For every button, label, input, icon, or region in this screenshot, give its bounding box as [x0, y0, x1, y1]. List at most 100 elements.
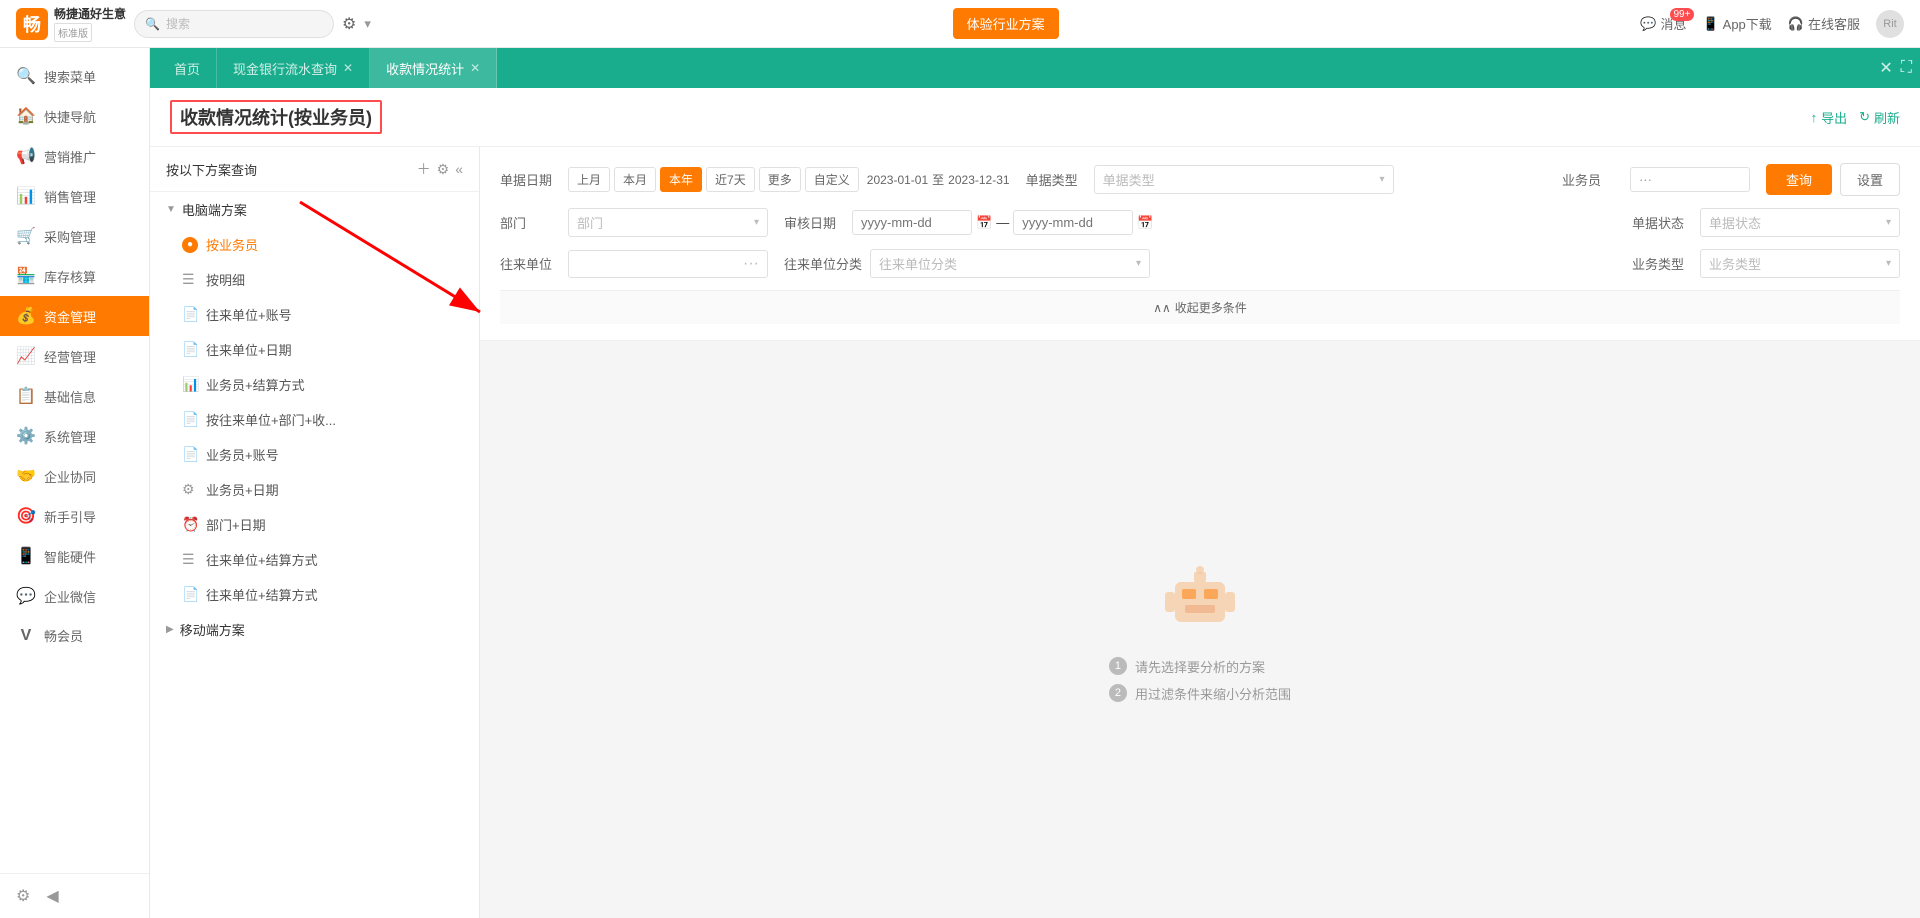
- tab-bank-flow[interactable]: 现金银行流水查询 ✕: [217, 48, 370, 88]
- sidebar-item-guide[interactable]: 🎯 新手引导: [0, 496, 149, 536]
- settings-bottom-icon[interactable]: ⚙: [16, 886, 30, 906]
- page-header: 收款情况统计(按业务员) ↑ 导出 ↻ 刷新: [150, 88, 1920, 147]
- header-center: 体验行业方案: [371, 8, 1640, 39]
- scheme-item-by-detail[interactable]: ☰ 按明细: [150, 262, 479, 297]
- sidebar-item-finance[interactable]: 💰 资金管理: [0, 296, 149, 336]
- scheme-collapse-btn[interactable]: «: [455, 161, 463, 177]
- scheme-item-salesperson-date[interactable]: ⚙ 业务员+日期: [150, 472, 479, 507]
- tab-receipt-stats-close[interactable]: ✕: [470, 61, 480, 75]
- counterparty-input-area[interactable]: ···: [568, 250, 768, 278]
- scheme-item-unit-date[interactable]: 📄 往来单位+日期: [150, 332, 479, 367]
- search-icon: 🔍: [145, 17, 160, 31]
- scheme-group-mobile-header[interactable]: ▶ 移动端方案: [150, 612, 479, 647]
- category-placeholder: 往来单位分类: [879, 254, 957, 273]
- tab-home[interactable]: 首页: [158, 48, 217, 88]
- scheme-add-btn[interactable]: ＋: [417, 159, 431, 179]
- tab-maximize-icon[interactable]: ⛶: [1901, 59, 1912, 77]
- review-date-from-input[interactable]: [852, 210, 972, 235]
- guide-icon: 🎯: [16, 506, 36, 526]
- header-settings-icon[interactable]: ⚙: [342, 14, 356, 34]
- business-type-placeholder: 业务类型: [1709, 254, 1761, 273]
- category-select[interactable]: 往来单位分类 ▾: [870, 249, 1150, 278]
- app-download-btn[interactable]: 📱 App下载: [1702, 14, 1771, 33]
- user-avatar[interactable]: Rit: [1876, 10, 1904, 38]
- scheme-item-salesperson-settlement[interactable]: 📊 业务员+结算方式: [150, 367, 479, 402]
- counterparty-dots[interactable]: ···: [743, 255, 759, 273]
- sales-icon: 📊: [16, 186, 36, 206]
- refresh-button[interactable]: ↻ 刷新: [1859, 108, 1900, 127]
- scheme-item-salesperson-account[interactable]: 📄 业务员+账号: [150, 437, 479, 472]
- date-from: 2023-01-01: [867, 173, 928, 187]
- sidebar-item-smart-hw[interactable]: 📱 智能硬件: [0, 536, 149, 576]
- sidebar-item-wechat[interactable]: 💬 企业微信: [0, 576, 149, 616]
- scheme-item-unit-settlement2[interactable]: 📄 往来单位+结算方式: [150, 577, 479, 612]
- doc-status-select[interactable]: 单据状态 ▾: [1700, 208, 1900, 237]
- sidebar-item-sales[interactable]: 📊 销售管理: [0, 176, 149, 216]
- tab-receipt-stats[interactable]: 收款情况统计 ✕: [370, 48, 497, 88]
- scheme-group-pc-header[interactable]: ▼ 电脑端方案: [150, 192, 479, 227]
- filter-form: 单据日期 上月 本月 本年 近7天 更多 自定义: [480, 147, 1920, 341]
- sidebar-item-enterprise[interactable]: 🤝 企业协同: [0, 456, 149, 496]
- export-button[interactable]: ↑ 导出: [1811, 108, 1848, 127]
- doc-type-select[interactable]: 单据类型 ▾: [1094, 165, 1394, 194]
- salesperson-active-icon: ●: [182, 237, 198, 253]
- wechat-icon: 💬: [16, 586, 36, 606]
- date-btn-last-month[interactable]: 上月: [568, 167, 610, 192]
- sidebar-item-operations[interactable]: 📈 经营管理: [0, 336, 149, 376]
- sidebar-item-quick-nav[interactable]: 🏠 快捷导航: [0, 96, 149, 136]
- business-type-select[interactable]: 业务类型 ▾: [1700, 249, 1900, 278]
- tab-receipt-stats-label: 收款情况统计: [386, 59, 464, 78]
- scheme-item-unit-account[interactable]: 📄 往来单位+账号: [150, 297, 479, 332]
- sidebar-label-guide: 新手引导: [44, 507, 96, 526]
- marketing-icon: 📢: [16, 146, 36, 166]
- collapse-bar[interactable]: ∧∧ 收起更多条件: [500, 290, 1900, 324]
- tab-close-all-icon[interactable]: ✕: [1879, 58, 1892, 78]
- review-date-to-input[interactable]: [1013, 210, 1133, 235]
- unit-dept-icon: 📄: [182, 411, 198, 428]
- dept-select[interactable]: 部门 ▾: [568, 208, 768, 237]
- trial-button[interactable]: 体验行业方案: [953, 8, 1059, 39]
- tab-bank-flow-close[interactable]: ✕: [343, 61, 353, 75]
- operations-icon: 📈: [16, 346, 36, 366]
- sidebar-item-purchase[interactable]: 🛒 采购管理: [0, 216, 149, 256]
- scheme-item-unit-settlement1-label: 往来单位+结算方式: [206, 550, 318, 569]
- user-name: Rit: [1883, 18, 1896, 30]
- scheme-item-unit-settlement1[interactable]: ☰ 往来单位+结算方式: [150, 542, 479, 577]
- sidebar-item-search-menu[interactable]: 🔍 搜索菜单: [0, 56, 149, 96]
- sidebar-item-marketing[interactable]: 📢 营销推广: [0, 136, 149, 176]
- purchase-icon: 🛒: [16, 226, 36, 246]
- filter-business-type-item: 业务类型 业务类型 ▾: [1632, 249, 1900, 278]
- settings-button[interactable]: 设置: [1840, 163, 1900, 196]
- scheme-item-unit-dept-receipt[interactable]: 📄 按往来单位+部门+收...: [150, 402, 479, 437]
- scheme-item-dept-date[interactable]: ⏰ 部门+日期: [150, 507, 479, 542]
- sidebar-item-basic-info[interactable]: 📋 基础信息: [0, 376, 149, 416]
- date-btn-this-month[interactable]: 本月: [614, 167, 656, 192]
- online-service-btn[interactable]: 🎧 在线客服: [1788, 14, 1860, 33]
- sidebar-item-system[interactable]: ⚙️ 系统管理: [0, 416, 149, 456]
- logo-area: 畅 畅捷通好生意 标准版: [16, 5, 126, 42]
- date-btn-7days[interactable]: 近7天: [706, 167, 755, 192]
- collapse-bottom-icon[interactable]: ◀: [46, 886, 58, 906]
- salesperson-input[interactable]: ···: [1630, 167, 1750, 192]
- step-2-text: 用过滤条件来缩小分析范围: [1135, 684, 1291, 703]
- calendar-to-icon[interactable]: 📅: [1137, 215, 1153, 231]
- query-button[interactable]: 查询: [1766, 164, 1832, 195]
- sidebar-label-quick-nav: 快捷导航: [44, 107, 96, 126]
- pc-group-label: 电脑端方案: [182, 200, 247, 219]
- finance-icon: 💰: [16, 306, 36, 326]
- date-btn-this-year[interactable]: 本年: [660, 167, 702, 192]
- calendar-from-icon[interactable]: 📅: [976, 215, 992, 231]
- top-header: 畅 畅捷通好生意 标准版 🔍 搜索 ⚙ ▾ 体验行业方案 💬 消息 99+ 📱 …: [0, 0, 1920, 48]
- header-search[interactable]: 🔍 搜索: [134, 10, 334, 38]
- inventory-icon: 🏪: [16, 266, 36, 286]
- scheme-item-by-salesperson[interactable]: ● 按业务员: [150, 227, 479, 262]
- sidebar-item-member[interactable]: V 畅会员: [0, 616, 149, 655]
- filter-date-item: 单据日期 上月 本月 本年 近7天 更多 自定义: [500, 167, 1010, 192]
- unit-date-icon: 📄: [182, 341, 198, 358]
- scheme-settings-btn[interactable]: ⚙: [437, 161, 450, 178]
- date-btn-custom[interactable]: 自定义: [805, 167, 859, 192]
- logo-text: 畅捷通好生意: [54, 5, 126, 22]
- sidebar-item-inventory[interactable]: 🏪 库存核算: [0, 256, 149, 296]
- messages-btn[interactable]: 💬 消息 99+: [1640, 14, 1686, 33]
- date-btn-more[interactable]: 更多: [759, 167, 801, 192]
